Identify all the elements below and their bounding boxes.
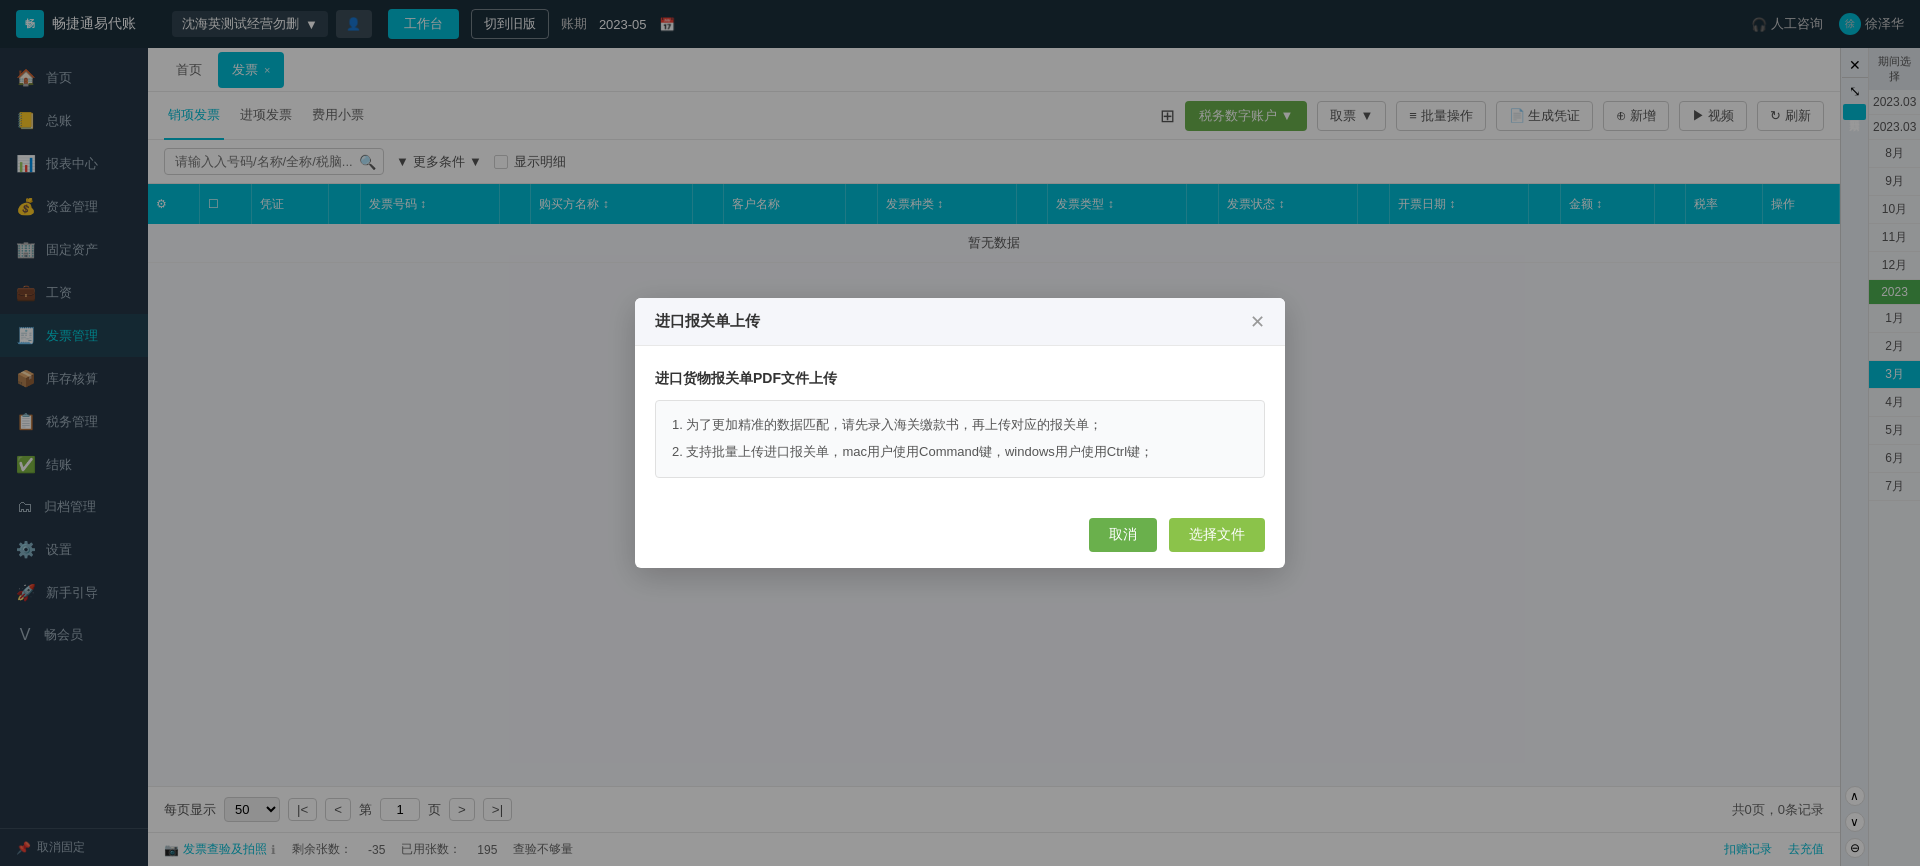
- dialog-overlay[interactable]: 进口报关单上传 ✕ 进口货物报关单PDF文件上传 1. 为了更加精准的数据匹配，…: [0, 0, 1920, 866]
- dialog-info-item-1: 1. 为了更加精准的数据匹配，请先录入海关缴款书，再上传对应的报关单；: [672, 415, 1248, 436]
- dialog-section-title: 进口货物报关单PDF文件上传: [655, 370, 1265, 388]
- dialog-title: 进口报关单上传: [655, 312, 760, 331]
- dialog-close-button[interactable]: ✕: [1250, 313, 1265, 331]
- dialog-info-item-2: 2. 支持批量上传进口报关单，mac用户使用Command键，windows用户…: [672, 442, 1248, 463]
- dialog-select-file-button[interactable]: 选择文件: [1169, 518, 1265, 552]
- dialog-header: 进口报关单上传 ✕: [635, 298, 1285, 346]
- dialog-body: 进口货物报关单PDF文件上传 1. 为了更加精准的数据匹配，请先录入海关缴款书，…: [635, 346, 1285, 502]
- import-customs-dialog: 进口报关单上传 ✕ 进口货物报关单PDF文件上传 1. 为了更加精准的数据匹配，…: [635, 298, 1285, 568]
- dialog-info-box: 1. 为了更加精准的数据匹配，请先录入海关缴款书，再上传对应的报关单； 2. 支…: [655, 400, 1265, 478]
- dialog-cancel-button[interactable]: 取消: [1089, 518, 1157, 552]
- dialog-footer: 取消 选择文件: [635, 502, 1285, 568]
